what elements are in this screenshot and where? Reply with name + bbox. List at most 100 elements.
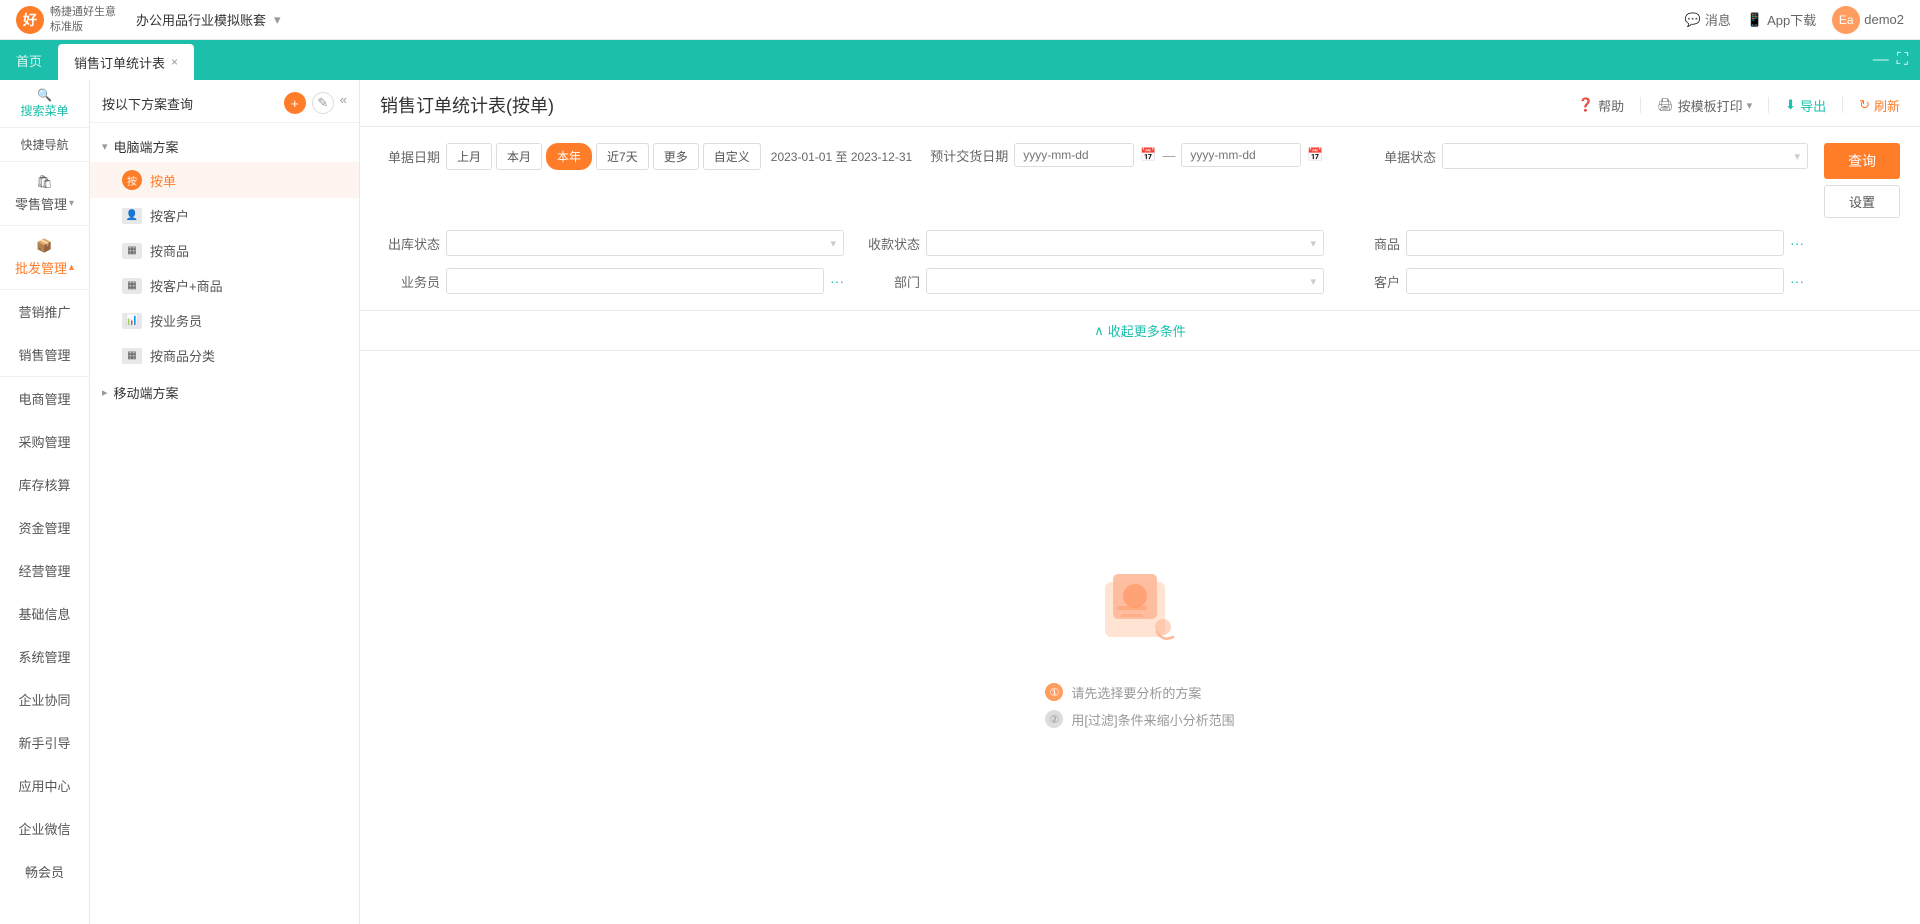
salesman-group: 业务员 ··· <box>380 268 844 294</box>
query-button[interactable]: 查询 <box>1824 143 1900 179</box>
action-buttons: 查询 设置 <box>1824 143 1900 218</box>
empty-illustration <box>1080 547 1200 667</box>
goods-more-button[interactable]: ··· <box>1790 235 1804 251</box>
sidebar-item-basic-info[interactable]: 基础信息 <box>0 592 89 635</box>
goods-label: 商品 <box>1340 234 1400 253</box>
date-range-text: 2023-01-01 至 2023-12-31 <box>771 148 912 165</box>
tip-num-1: ① <box>1045 683 1063 701</box>
chevron-down-icon: ▾ <box>102 140 108 153</box>
collapse-conditions-button[interactable]: ∧ 收起更多条件 <box>1094 321 1186 340</box>
top-bar: 好 畅捷通好生意 标准版 办公用品行业模拟账套 ▾ 💬 消息 📱 App下载 E… <box>0 0 1920 40</box>
logo-area: 好 畅捷通好生意 标准版 <box>16 5 116 34</box>
user-profile[interactable]: Ea demo2 <box>1832 6 1904 34</box>
cal-icon-2: 📅 <box>1307 147 1323 163</box>
scheme-group-mobile: ▸ 移动端方案 <box>90 377 359 408</box>
sidebar-item-member[interactable]: 畅会员 <box>0 850 89 893</box>
sidebar-item-purchase[interactable]: 采购管理 <box>0 420 89 463</box>
logo-text: 畅捷通好生意 标准版 <box>50 5 116 34</box>
add-scheme-button[interactable]: + <box>284 92 306 114</box>
date-btn-more[interactable]: 更多 <box>653 143 699 170</box>
sales-rep-more-button[interactable]: ··· <box>830 273 844 289</box>
customer-group: 客户 ··· <box>1340 268 1804 294</box>
tab-active[interactable]: 销售订单统计表 × <box>58 44 194 80</box>
refresh-button[interactable]: ↻ 刷新 <box>1859 96 1900 115</box>
sidebar-quick-nav[interactable]: 快捷导航 <box>0 128 89 162</box>
sidebar-item-system[interactable]: 系统管理 <box>0 635 89 678</box>
sidebar-item-wholesale[interactable]: 📦 批发管理 ▴ <box>0 226 89 290</box>
date-btn-this-month[interactable]: 本月 <box>496 143 542 170</box>
sidebar-item-operations[interactable]: 经营管理 <box>0 549 89 592</box>
query-panel-actions: + ✎ « <box>284 92 347 114</box>
expected-date-to-input[interactable] <box>1181 143 1301 167</box>
salesman-icon: 📊 <box>122 313 142 329</box>
sidebar-item-guide[interactable]: 新手引导 <box>0 721 89 764</box>
page-header: 销售订单统计表(按单) ❓ 帮助 🖨 按模板打印 ▾ ⬇ <box>360 80 1920 127</box>
sidebar-item-wechat[interactable]: 企业微信 <box>0 807 89 850</box>
category-icon: ▦ <box>122 348 142 364</box>
date-btn-custom[interactable]: 自定义 <box>703 143 761 170</box>
goods-group: 商品 ··· <box>1340 230 1804 256</box>
customer-icon: 👤 <box>122 208 142 224</box>
goods-icon: ▦ <box>122 243 142 259</box>
refresh-icon: ↻ <box>1859 97 1870 113</box>
workspace-dropdown-icon[interactable]: ▾ <box>274 12 281 28</box>
collapse-row: ∧ 收起更多条件 <box>360 311 1920 351</box>
scheme-group-mobile-title: 移动端方案 <box>114 383 179 402</box>
tip-num-2: ② <box>1045 710 1063 728</box>
template-print-button[interactable]: 🖨 按模板打印 ▾ <box>1657 96 1752 115</box>
filter-row-2: 出库状态 收款状态 商品 ··· <box>380 230 1900 256</box>
sales-rep-input[interactable] <box>446 268 824 294</box>
date-btn-last-month[interactable]: 上月 <box>446 143 492 170</box>
sidebar-search[interactable]: 🔍 搜索菜单 <box>0 80 89 128</box>
window-minimize-button[interactable]: — <box>1873 51 1889 69</box>
scheme-item-by-customer[interactable]: 👤 按客户 <box>90 198 359 233</box>
message-button[interactable]: 💬 消息 <box>1685 10 1731 29</box>
window-maximize-button[interactable]: ⛶ <box>1897 51 1908 69</box>
sidebar-item-inventory[interactable]: 库存核算 <box>0 463 89 506</box>
scheme-group-mobile-header[interactable]: ▸ 移动端方案 <box>90 377 359 408</box>
customer-more-button[interactable]: ··· <box>1790 273 1804 289</box>
sidebar-item-finance[interactable]: 资金管理 <box>0 506 89 549</box>
scheme-item-by-category[interactable]: ▦ 按商品分类 <box>90 338 359 373</box>
workspace-title: 办公用品行业模拟账套 <box>136 10 266 29</box>
date-btn-this-year[interactable]: 本年 <box>546 143 592 170</box>
help-button[interactable]: ❓ 帮助 <box>1578 96 1624 115</box>
edit-scheme-button[interactable]: ✎ <box>312 92 334 114</box>
scheme-item-by-bill[interactable]: 按 按单 <box>90 162 359 198</box>
dept-select[interactable] <box>926 268 1324 294</box>
query-panel-title: 按以下方案查询 <box>102 94 278 113</box>
sidebar-item-marketing[interactable]: 营销推广 <box>0 290 89 333</box>
goods-input[interactable] <box>1406 230 1784 256</box>
sidebar-item-enterprise[interactable]: 企业协同 <box>0 678 89 721</box>
tab-home[interactable]: 首页 <box>0 40 58 80</box>
expected-date-from-input[interactable] <box>1014 143 1134 167</box>
tab-close-icon[interactable]: × <box>171 55 178 69</box>
export-button[interactable]: ⬇ 导出 <box>1785 96 1826 115</box>
sidebar-item-appstore[interactable]: 应用中心 <box>0 764 89 807</box>
scheme-item-by-salesman[interactable]: 📊 按业务员 <box>90 303 359 338</box>
bill-icon: 按 <box>122 170 142 190</box>
top-bar-left: 好 畅捷通好生意 标准版 办公用品行业模拟账套 ▾ <box>16 5 281 34</box>
sidebar-item-sales[interactable]: 销售管理 <box>0 333 89 377</box>
content-area: 按以下方案查询 + ✎ « ▾ 电脑端方案 按 按单 👤 按客 <box>90 80 1920 924</box>
date-btn-last-7[interactable]: 近7天 <box>596 143 649 170</box>
filter-row-3: 业务员 ··· 部门 客户 ··· <box>380 268 1900 294</box>
scheme-item-by-customer-goods[interactable]: ▦ 按客户+商品 <box>90 268 359 303</box>
payment-status-select[interactable] <box>926 230 1324 256</box>
scheme-group-pc-header[interactable]: ▾ 电脑端方案 <box>90 131 359 162</box>
delivery-status-select[interactable] <box>446 230 844 256</box>
search-icon: 🔍 <box>37 88 52 102</box>
divider1 <box>1640 97 1641 113</box>
sidebar-item-ecommerce[interactable]: 电商管理 <box>0 377 89 420</box>
tab-bar-actions: — ⛶ <box>1873 51 1920 69</box>
app-download-button[interactable]: 📱 App下载 <box>1747 10 1816 29</box>
bill-status-select[interactable] <box>1442 143 1808 169</box>
sidebar-item-retail[interactable]: 🛍 零售管理 ▾ <box>0 162 89 226</box>
customer-input[interactable] <box>1406 268 1784 294</box>
logo-icon: 好 <box>16 6 44 34</box>
expected-date-label: 预计交货日期 <box>928 146 1008 165</box>
scheme-item-by-goods[interactable]: ▦ 按商品 <box>90 233 359 268</box>
date-buttons: 上月 本月 本年 近7天 更多 自定义 <box>446 143 761 170</box>
collapse-panel-button[interactable]: « <box>340 92 347 114</box>
settings-button[interactable]: 设置 <box>1824 185 1900 218</box>
